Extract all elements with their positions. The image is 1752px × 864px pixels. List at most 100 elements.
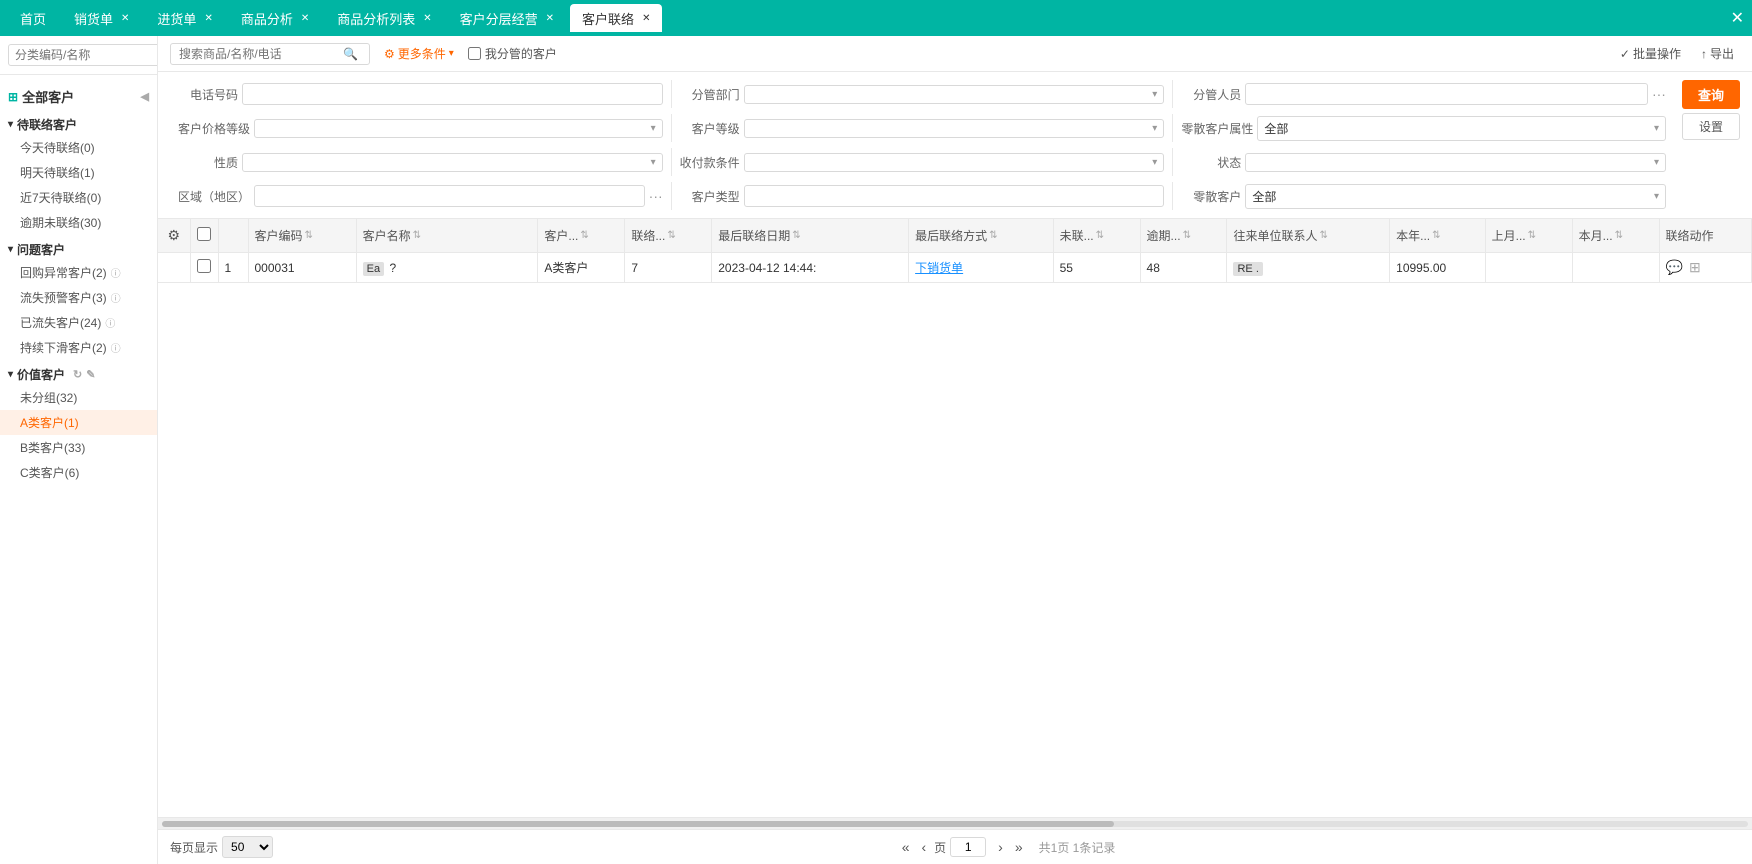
row-check bbox=[190, 253, 218, 283]
chat-icon[interactable]: 💬 bbox=[1666, 259, 1683, 276]
sort-last-method-icon[interactable]: ⇅ bbox=[989, 230, 997, 241]
nav-tab-goods-list[interactable]: 商品分析列表 ✕ bbox=[325, 4, 443, 32]
close-customer-contact-tab[interactable]: ✕ bbox=[642, 13, 650, 24]
info-icon-abnormal[interactable]: ⓘ bbox=[111, 265, 121, 280]
last-page-button[interactable]: » bbox=[1011, 839, 1027, 855]
per-page-select[interactable]: 50 100 200 bbox=[222, 836, 273, 858]
filter-scattered-select[interactable]: 全部 bbox=[1245, 184, 1666, 209]
qr-icon[interactable]: ⊞ bbox=[1689, 259, 1701, 276]
col-name: 客户名称 ⇅ bbox=[356, 219, 538, 253]
my-customer-check[interactable] bbox=[468, 47, 481, 60]
close-sales-tab[interactable]: ✕ bbox=[121, 13, 129, 24]
sidebar-item-lost[interactable]: 已流失客户(24) ⓘ bbox=[0, 310, 157, 335]
nav-tab-goods-analysis[interactable]: 商品分析 ✕ bbox=[229, 4, 321, 32]
filter-person-input[interactable] bbox=[1245, 83, 1648, 105]
row-checkbox[interactable] bbox=[197, 259, 211, 273]
filter-more-button[interactable]: ⚙ 更多条件 ▾ bbox=[378, 42, 460, 65]
first-page-button[interactable]: « bbox=[898, 839, 914, 855]
window-close-icon[interactable]: ✕ bbox=[1731, 8, 1744, 28]
filter-person-dots-icon[interactable]: ··· bbox=[1652, 86, 1666, 102]
sidebar-value-header[interactable]: 价值客户 ↻ ✎ bbox=[0, 360, 157, 385]
main-layout: 🔍 ⊞ 全部客户 ◀ 待联络客户 今天待联络(0) 明天待联络(1) bbox=[0, 36, 1752, 864]
sort-name-icon[interactable]: ⇅ bbox=[413, 230, 421, 241]
search-icon[interactable]: 🔍 bbox=[343, 47, 358, 61]
scrollbar-thumb[interactable] bbox=[162, 821, 1114, 827]
search-input[interactable] bbox=[179, 47, 339, 61]
filter-row-2: 客户价格等级 客户等级 bbox=[170, 114, 1674, 142]
sidebar-item-ungroup[interactable]: 未分组(32) bbox=[0, 385, 157, 410]
filter-payment-select[interactable] bbox=[744, 153, 1165, 172]
filter-region-label: 区域（地区） bbox=[178, 188, 250, 205]
filter-customer-type-input[interactable] bbox=[744, 185, 1165, 207]
sidebar-item-c-class[interactable]: C类客户(6) bbox=[0, 460, 157, 485]
filter-price-level-select[interactable] bbox=[254, 119, 663, 138]
content-area: 🔍 ⚙ 更多条件 ▾ 我分管的客户 ✓ 批量操作 ↑ 导出 bbox=[158, 36, 1752, 864]
nav-tab-purchase[interactable]: 进货单 ✕ bbox=[145, 4, 224, 32]
sort-overdue-icon[interactable]: ⇅ bbox=[1183, 230, 1191, 241]
sidebar-item-b-class[interactable]: B类客户(33) bbox=[0, 435, 157, 460]
col-code: 客户编码 ⇅ bbox=[248, 219, 356, 253]
prev-page-button[interactable]: ‹ bbox=[917, 839, 930, 855]
collapse-icon[interactable]: ◀ bbox=[141, 90, 149, 103]
table-settings-icon[interactable]: ⚙ bbox=[167, 227, 180, 243]
sidebar-search-input[interactable] bbox=[8, 44, 158, 66]
select-all-checkbox[interactable] bbox=[197, 227, 211, 241]
nav-tab-customer-contact[interactable]: 客户联络 ✕ bbox=[570, 4, 662, 32]
sort-last-date-icon[interactable]: ⇅ bbox=[792, 230, 800, 241]
sidebar-item-today[interactable]: 今天待联络(0) bbox=[0, 135, 157, 160]
sidebar-item-overdue[interactable]: 逾期未联络(30) bbox=[0, 210, 157, 235]
row-code: 000031 bbox=[248, 253, 356, 283]
export-button[interactable]: ↑ 导出 bbox=[1695, 42, 1740, 65]
info-icon-declining[interactable]: ⓘ bbox=[111, 340, 121, 355]
last-method-link[interactable]: 下销货单 bbox=[915, 261, 963, 275]
info-icon-lost[interactable]: ⓘ bbox=[105, 315, 115, 330]
sort-category-icon[interactable]: ⇅ bbox=[580, 230, 588, 241]
sidebar-pending-header[interactable]: 待联络客户 bbox=[0, 110, 157, 135]
sidebar-all-customers[interactable]: ⊞ 全部客户 ◀ bbox=[0, 83, 157, 110]
filter-customer-level-select[interactable] bbox=[744, 119, 1165, 138]
filter-region-input[interactable] bbox=[254, 185, 645, 207]
sort-unit-contact-icon[interactable]: ⇅ bbox=[1320, 230, 1328, 241]
sidebar-item-a-class[interactable]: A类客户(1) bbox=[0, 410, 157, 435]
close-goods-list-tab[interactable]: ✕ bbox=[423, 13, 431, 24]
settings-button[interactable]: 设置 bbox=[1682, 113, 1740, 140]
query-button[interactable]: 查询 bbox=[1682, 80, 1740, 109]
nav-tab-home[interactable]: 首页 bbox=[8, 4, 58, 32]
close-purchase-tab[interactable]: ✕ bbox=[204, 13, 212, 24]
close-customer-tier-tab[interactable]: ✕ bbox=[546, 13, 554, 24]
filter-phone-input[interactable] bbox=[242, 83, 663, 105]
info-icon-warning[interactable]: ⓘ bbox=[111, 290, 121, 305]
next-page-button[interactable]: › bbox=[994, 839, 1007, 855]
filter-scattered-attr-select[interactable]: 全部 bbox=[1257, 116, 1666, 141]
sort-contact-icon[interactable]: ⇅ bbox=[667, 230, 675, 241]
filter-dept-select[interactable] bbox=[744, 85, 1165, 104]
sidebar-problem-header[interactable]: 问题客户 bbox=[0, 235, 157, 260]
edit-icon[interactable]: ✎ bbox=[86, 368, 95, 381]
close-goods-analysis-tab[interactable]: ✕ bbox=[301, 13, 309, 24]
sidebar-item-warning[interactable]: 流失预警客户(3) ⓘ bbox=[0, 285, 157, 310]
horizontal-scrollbar[interactable] bbox=[158, 817, 1752, 829]
page-number-input[interactable] bbox=[950, 837, 986, 857]
sidebar-item-tomorrow[interactable]: 明天待联络(1) bbox=[0, 160, 157, 185]
row-action-buttons: 💬 ⊞ bbox=[1666, 259, 1745, 276]
batch-operation-button[interactable]: ✓ 批量操作 bbox=[1614, 42, 1687, 65]
footer-left: 每页显示 50 100 200 bbox=[170, 836, 273, 858]
sort-this-month-icon[interactable]: ⇅ bbox=[1615, 230, 1623, 241]
filter-status-select[interactable] bbox=[1245, 153, 1666, 172]
sidebar-item-abnormal[interactable]: 回购异常客户(2) ⓘ bbox=[0, 260, 157, 285]
sort-last-month-icon[interactable]: ⇅ bbox=[1528, 230, 1536, 241]
nav-tab-sales[interactable]: 销货单 ✕ bbox=[62, 4, 141, 32]
scrollbar-track bbox=[162, 821, 1748, 827]
filter-nature-select[interactable] bbox=[242, 153, 663, 172]
nav-tab-customer-tier[interactable]: 客户分层经营 ✕ bbox=[448, 4, 566, 32]
filter-customer-type-label: 客户类型 bbox=[680, 188, 740, 205]
my-customer-checkbox[interactable]: 我分管的客户 bbox=[468, 45, 557, 62]
sort-this-year-icon[interactable]: ⇅ bbox=[1432, 230, 1440, 241]
filter-region-dots-icon[interactable]: ··· bbox=[649, 188, 663, 204]
refresh-icon[interactable]: ↻ bbox=[73, 368, 82, 381]
sidebar-item-declining[interactable]: 持续下滑客户(2) ⓘ bbox=[0, 335, 157, 360]
chevron-down-icon: ▾ bbox=[449, 48, 454, 59]
sidebar-item-7days[interactable]: 近7天待联络(0) bbox=[0, 185, 157, 210]
sort-code-icon[interactable]: ⇅ bbox=[305, 230, 313, 241]
sort-no-contact-icon[interactable]: ⇅ bbox=[1096, 230, 1104, 241]
